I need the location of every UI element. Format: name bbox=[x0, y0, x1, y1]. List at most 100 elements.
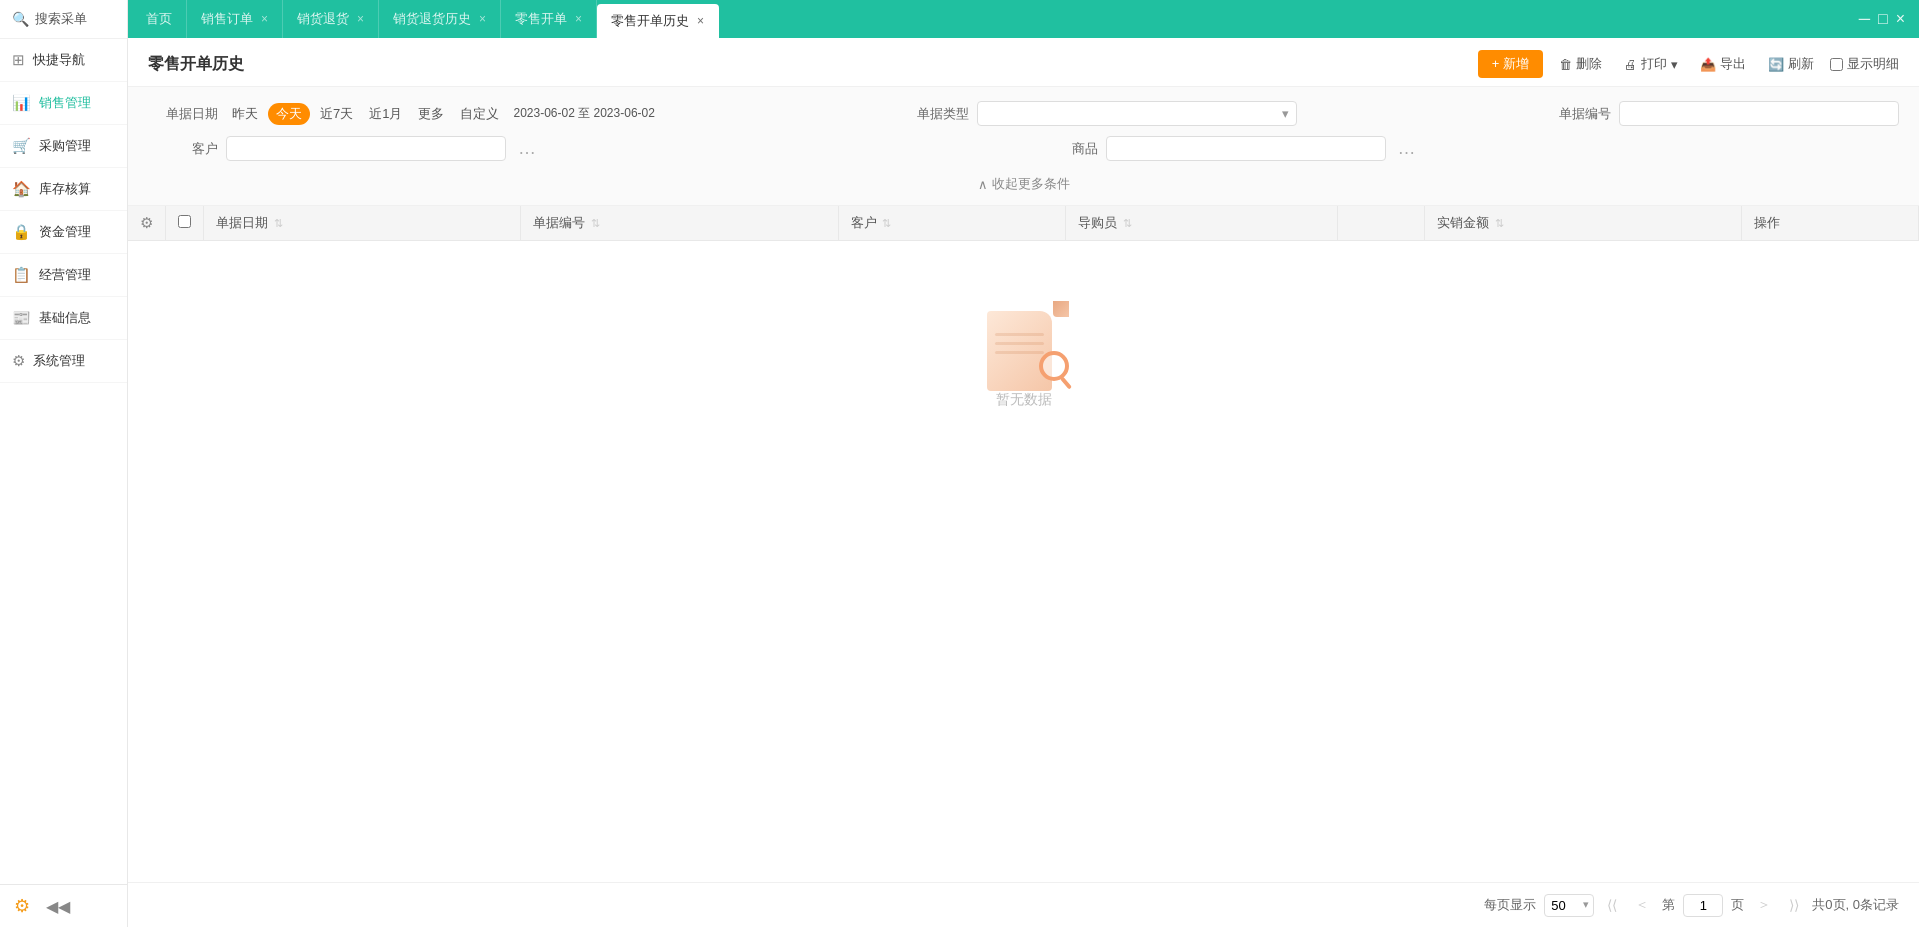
filter-row-2: 客户 … 商品 … bbox=[148, 136, 1899, 161]
table-settings-col: ⚙ bbox=[128, 206, 166, 241]
system-icon: ⚙ bbox=[12, 352, 25, 370]
date-filter-label: 单据日期 bbox=[148, 105, 218, 123]
minimize-button[interactable]: ─ bbox=[1859, 10, 1870, 28]
doc-no-filter-label: 单据编号 bbox=[1541, 105, 1611, 123]
table-area: ⚙ 单据日期 ⇅ 单据编号 ⇅ bbox=[128, 206, 1919, 882]
sidebar-item-label: 基础信息 bbox=[39, 309, 91, 327]
col-no-sort-icon: ⇅ bbox=[591, 217, 600, 229]
sidebar: 🔍 搜索采单 ⊞ 快捷导航 📊 销售管理 🛒 采购管理 🏠 库存核算 🔒 资金管… bbox=[0, 0, 128, 927]
date-more-btn[interactable]: 更多 bbox=[412, 103, 450, 125]
col-customer[interactable]: 客户 ⇅ bbox=[838, 206, 1065, 241]
tab-sales-return[interactable]: 销货退货 × bbox=[283, 0, 379, 38]
col-amount[interactable]: 实销金额 ⇅ bbox=[1424, 206, 1741, 241]
col-action: 操作 bbox=[1742, 206, 1919, 241]
tab-sales-return-close-icon[interactable]: × bbox=[357, 12, 364, 26]
refresh-label: 刷新 bbox=[1788, 55, 1814, 73]
sidebar-collapse-icon[interactable]: ◀◀ bbox=[46, 897, 70, 916]
date-custom-btn[interactable]: 自定义 bbox=[454, 103, 505, 125]
tab-sales-return-history[interactable]: 销货退货历史 × bbox=[379, 0, 501, 38]
date-yesterday-btn[interactable]: 昨天 bbox=[226, 103, 264, 125]
goods-input[interactable] bbox=[1106, 136, 1386, 161]
delete-button[interactable]: 🗑 删除 bbox=[1553, 51, 1608, 77]
table-select-all-checkbox[interactable] bbox=[178, 215, 191, 228]
tab-home-label: 首页 bbox=[146, 10, 172, 28]
tab-retail-history[interactable]: 零售开单历史 × bbox=[597, 4, 719, 38]
sidebar-item-basic-info[interactable]: 📰 基础信息 bbox=[0, 297, 127, 340]
col-amount-sort-icon: ⇅ bbox=[1495, 217, 1504, 229]
next-page-button[interactable]: ＞ bbox=[1752, 893, 1776, 917]
customer-more-icon[interactable]: … bbox=[518, 138, 536, 159]
tab-sales-return-label: 销货退货 bbox=[297, 10, 349, 28]
sidebar-item-finance[interactable]: 🔒 资金管理 bbox=[0, 211, 127, 254]
inventory-icon: 🏠 bbox=[12, 180, 31, 198]
col-no[interactable]: 单据编号 ⇅ bbox=[521, 206, 838, 241]
sidebar-item-purchase-mgmt[interactable]: 🛒 采购管理 bbox=[0, 125, 127, 168]
close-button[interactable]: × bbox=[1896, 10, 1905, 28]
maximize-button[interactable]: □ bbox=[1878, 10, 1888, 28]
add-button[interactable]: + 新增 bbox=[1478, 50, 1543, 78]
filter-row-1: 单据日期 昨天 今天 近7天 近1月 更多 自定义 2023-06-02 至 2… bbox=[148, 101, 1899, 126]
table-checkbox-col bbox=[166, 206, 204, 241]
date-last-month-btn[interactable]: 近1月 bbox=[363, 103, 408, 125]
table-settings-icon[interactable]: ⚙ bbox=[140, 214, 153, 231]
customer-input[interactable] bbox=[226, 136, 506, 161]
sidebar-bottom: ⚙ ◀◀ bbox=[0, 884, 127, 927]
col-guide[interactable]: 导购员 ⇅ bbox=[1066, 206, 1338, 241]
refresh-button[interactable]: 🔄 刷新 bbox=[1762, 51, 1820, 77]
date-quick-buttons: 昨天 今天 近7天 近1月 更多 自定义 2023-06-02 至 2023-0… bbox=[226, 103, 655, 125]
print-button[interactable]: 🖨 打印 ▾ bbox=[1618, 51, 1684, 77]
col-amount-label: 实销金额 bbox=[1437, 215, 1489, 230]
settings-gear-icon[interactable]: ⚙ bbox=[14, 895, 30, 917]
page-header: 零售开单历史 + 新增 🗑 删除 🖨 打印 ▾ 📤 导出 🔄 bbox=[128, 38, 1919, 87]
date-last7-btn[interactable]: 近7天 bbox=[314, 103, 359, 125]
doc-no-input[interactable] bbox=[1619, 101, 1899, 126]
show-detail-checkbox[interactable] bbox=[1830, 58, 1843, 71]
empty-illustration bbox=[979, 301, 1069, 391]
tab-retail-history-close-icon[interactable]: × bbox=[697, 14, 704, 28]
goods-more-icon[interactable]: … bbox=[1398, 138, 1416, 159]
export-label: 导出 bbox=[1720, 55, 1746, 73]
first-page-button[interactable]: ⟨⟨ bbox=[1602, 894, 1622, 916]
collapse-filter-btn[interactable]: ∧ 收起更多条件 bbox=[148, 171, 1899, 197]
page-number-input[interactable]: 1 bbox=[1683, 894, 1723, 917]
tab-sales-order-label: 销售订单 bbox=[201, 10, 253, 28]
tab-sales-return-history-close-icon[interactable]: × bbox=[479, 12, 486, 26]
sidebar-item-label: 资金管理 bbox=[39, 223, 91, 241]
sidebar-item-inventory[interactable]: 🏠 库存核算 bbox=[0, 168, 127, 211]
basic-info-icon: 📰 bbox=[12, 309, 31, 327]
sidebar-item-sales-mgmt[interactable]: 📊 销售管理 bbox=[0, 82, 127, 125]
col-action-label: 操作 bbox=[1754, 215, 1780, 230]
tab-retail-open-close-icon[interactable]: × bbox=[575, 12, 582, 26]
tab-retail-open-label: 零售开单 bbox=[515, 10, 567, 28]
search-icon: 🔍 bbox=[12, 11, 29, 27]
prev-page-button[interactable]: ＜ bbox=[1630, 893, 1654, 917]
sidebar-item-operations[interactable]: 📋 经营管理 bbox=[0, 254, 127, 297]
tab-sales-order[interactable]: 销售订单 × bbox=[187, 0, 283, 38]
sidebar-search[interactable]: 🔍 搜索采单 bbox=[0, 0, 127, 39]
per-page-select[interactable]: 50 100 200 bbox=[1544, 894, 1594, 917]
per-page-label: 每页显示 bbox=[1484, 896, 1536, 914]
print-dropdown-icon: ▾ bbox=[1671, 57, 1678, 72]
doc-fold-shape bbox=[1053, 301, 1069, 317]
sidebar-item-quick-nav[interactable]: ⊞ 快捷导航 bbox=[0, 39, 127, 82]
pagination-bar: 每页显示 50 100 200 ⟨⟨ ＜ 第 1 页 ＞ ⟩⟩ 共0页, 0条记… bbox=[128, 882, 1919, 927]
sidebar-item-label: 系统管理 bbox=[33, 352, 85, 370]
doc-base-shape bbox=[987, 311, 1052, 391]
magnify-shape bbox=[1039, 351, 1069, 381]
last-page-button[interactable]: ⟩⟩ bbox=[1784, 894, 1804, 916]
tab-retail-open[interactable]: 零售开单 × bbox=[501, 0, 597, 38]
tab-sales-order-close-icon[interactable]: × bbox=[261, 12, 268, 26]
operations-icon: 📋 bbox=[12, 266, 31, 284]
sidebar-item-system[interactable]: ⚙ 系统管理 bbox=[0, 340, 127, 383]
sidebar-item-label: 快捷导航 bbox=[33, 51, 85, 69]
export-button[interactable]: 📤 导出 bbox=[1694, 51, 1752, 77]
tab-home[interactable]: 首页 bbox=[132, 0, 187, 38]
show-detail-text: 显示明细 bbox=[1847, 55, 1899, 73]
tab-bar: 首页 销售订单 × 销货退货 × 销货退货历史 × 零售开单 × 零售开单历史 … bbox=[128, 0, 1919, 38]
col-customer-label: 客户 bbox=[851, 215, 877, 230]
col-date[interactable]: 单据日期 ⇅ bbox=[204, 206, 521, 241]
window-controls: ─ □ × bbox=[1859, 10, 1915, 28]
date-today-btn[interactable]: 今天 bbox=[268, 103, 310, 125]
doc-type-select[interactable] bbox=[977, 101, 1297, 126]
sidebar-item-label: 采购管理 bbox=[39, 137, 91, 155]
